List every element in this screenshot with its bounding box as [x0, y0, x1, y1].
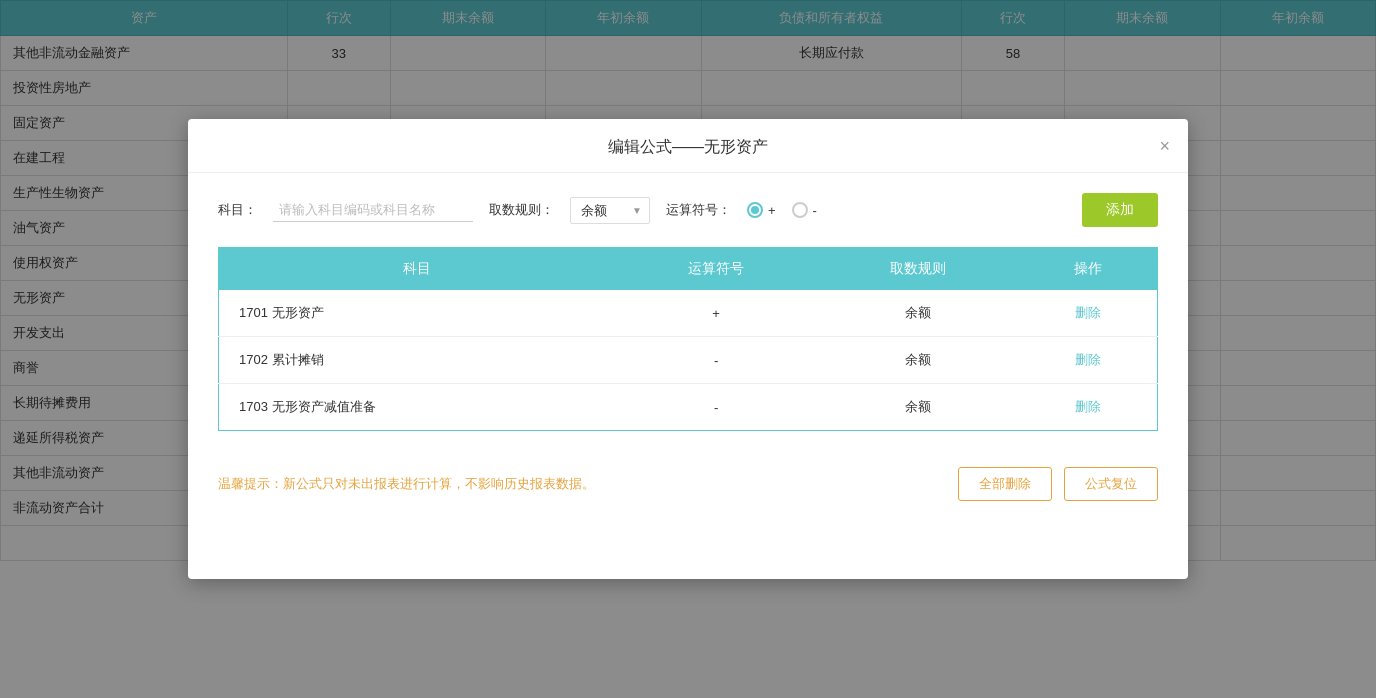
- footer-tip: 温馨提示：新公式只对未出报表进行计算，不影响历史报表数据。: [218, 475, 595, 493]
- col-action: 操作: [1019, 248, 1158, 291]
- operator-plus-label: +: [768, 203, 776, 218]
- add-button[interactable]: 添加: [1082, 193, 1158, 227]
- table-row: 1703 无形资产减值准备-余额 删除: [219, 384, 1158, 431]
- operator-plus-radio[interactable]: +: [747, 202, 776, 218]
- delete-link[interactable]: 删除: [1075, 305, 1101, 320]
- cell-rule: 余额: [817, 337, 1019, 384]
- cell-subject: 1701 无形资产: [219, 290, 616, 337]
- radio-minus-icon: [792, 202, 808, 218]
- cell-subject: 1702 累计摊销: [219, 337, 616, 384]
- rule-label: 取数规则：: [489, 201, 554, 219]
- subject-label: 科目：: [218, 201, 257, 219]
- cell-rule: 余额: [817, 290, 1019, 337]
- col-subject: 科目: [219, 248, 616, 291]
- cell-action: 删除: [1019, 337, 1158, 384]
- col-rule: 取数规则: [817, 248, 1019, 291]
- radio-plus-icon: [747, 202, 763, 218]
- rule-select[interactable]: 余额 借方 贷方: [570, 197, 650, 224]
- cell-operator: +: [615, 290, 817, 337]
- delete-link[interactable]: 删除: [1075, 352, 1101, 367]
- modal-body: 科目： 取数规则： 余额 借方 贷方 ▼ 运算符号： + -: [188, 173, 1188, 451]
- subject-input[interactable]: [273, 198, 473, 222]
- close-button[interactable]: ×: [1159, 137, 1170, 155]
- modal-title: 编辑公式——无形资产: [608, 137, 768, 158]
- cell-action: 删除: [1019, 384, 1158, 431]
- delete-link[interactable]: 删除: [1075, 399, 1101, 414]
- operator-minus-radio[interactable]: -: [792, 202, 817, 218]
- cell-action: 删除: [1019, 290, 1158, 337]
- operator-radio-group: + -: [747, 202, 817, 218]
- table-row: 1702 累计摊销-余额 删除: [219, 337, 1158, 384]
- reset-formula-button[interactable]: 公式复位: [1064, 467, 1158, 501]
- formula-table: 科目 运算符号 取数规则 操作 1701 无形资产+余额删除1702 累计摊销-…: [218, 247, 1158, 431]
- delete-all-button[interactable]: 全部删除: [958, 467, 1052, 501]
- cell-operator: -: [615, 384, 817, 431]
- edit-formula-modal: 编辑公式——无形资产 × 科目： 取数规则： 余额 借方 贷方 ▼ 运算符号： …: [188, 119, 1188, 579]
- table-header-row: 科目 运算符号 取数规则 操作: [219, 248, 1158, 291]
- col-operator: 运算符号: [615, 248, 817, 291]
- operator-minus-label: -: [813, 203, 817, 218]
- form-row: 科目： 取数规则： 余额 借方 贷方 ▼ 运算符号： + -: [218, 193, 1158, 227]
- cell-subject: 1703 无形资产减值准备: [219, 384, 616, 431]
- operator-label: 运算符号：: [666, 201, 731, 219]
- cell-operator: -: [615, 337, 817, 384]
- modal-footer: 温馨提示：新公式只对未出报表进行计算，不影响历史报表数据。 全部删除 公式复位: [188, 451, 1188, 501]
- cell-rule: 余额: [817, 384, 1019, 431]
- modal-header: 编辑公式——无形资产 ×: [188, 119, 1188, 173]
- rule-select-wrapper[interactable]: 余额 借方 贷方 ▼: [570, 197, 650, 224]
- table-row: 1701 无形资产+余额 删除: [219, 290, 1158, 337]
- footer-buttons: 全部删除 公式复位: [958, 467, 1158, 501]
